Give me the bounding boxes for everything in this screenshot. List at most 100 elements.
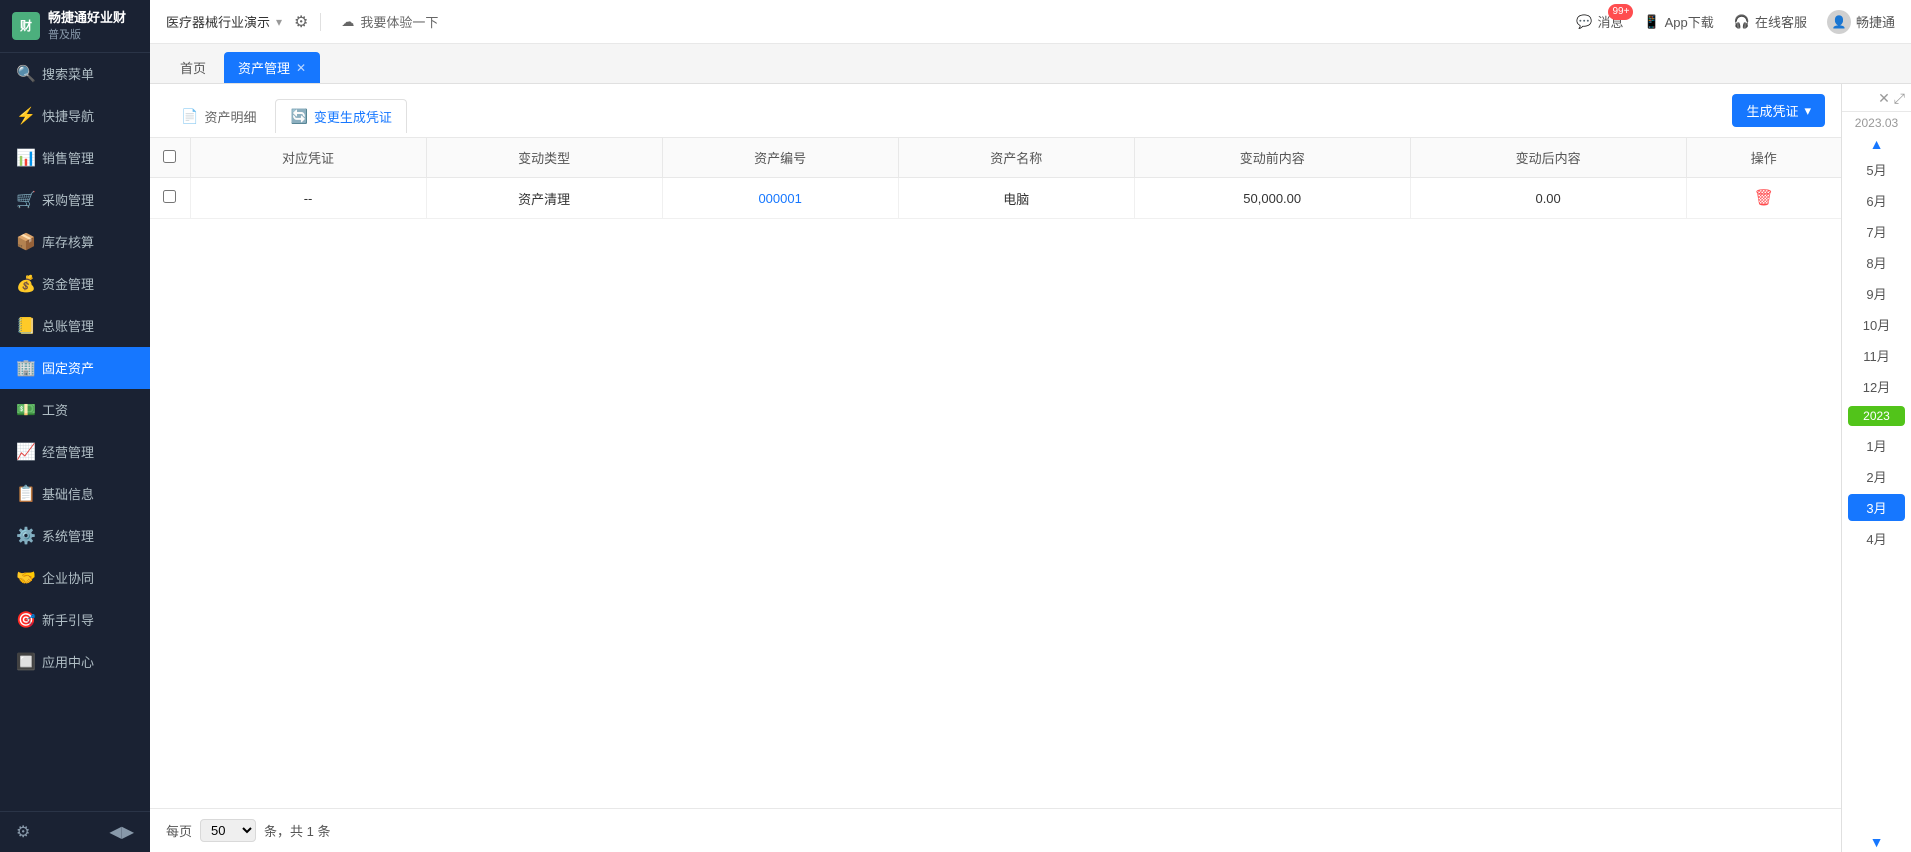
- sidebar-label-sales: 销售管理: [42, 148, 94, 167]
- feedback-icon: ☁: [341, 14, 354, 30]
- sidebar-item-corp[interactable]: 🤝 企业协同: [0, 557, 150, 599]
- date-month-item[interactable]: 12月: [1842, 371, 1911, 402]
- sub-tab-detail-label: 资产明细: [204, 107, 256, 126]
- toolbar-right: 生成凭证 ▾: [1716, 84, 1841, 137]
- year-2023-label: 2023: [1848, 406, 1905, 426]
- close-tab-icon[interactable]: ✕: [296, 61, 306, 75]
- sidebar-label-salary: 工资: [42, 400, 68, 419]
- date-month-item[interactable]: 2月: [1842, 461, 1911, 492]
- headset-icon: 🎧: [1734, 14, 1750, 30]
- sub-tab-detail[interactable]: 📄 资产明细: [166, 99, 271, 133]
- company-selector[interactable]: 医疗器械行业演示 ▾: [166, 12, 282, 31]
- pagination: 每页 50 10 20 100 条，共 1 条: [150, 808, 1841, 852]
- select-all-checkbox[interactable]: [163, 150, 176, 163]
- sidebar-item-search[interactable]: 🔍 搜索菜单: [0, 53, 150, 95]
- date-month-item[interactable]: 8月: [1842, 247, 1911, 278]
- sidebar-item-salary[interactable]: 💵 工资: [0, 389, 150, 431]
- header-after-change: 变动后内容: [1410, 138, 1686, 178]
- date-month-item[interactable]: 10月: [1842, 309, 1911, 340]
- date-list: 5月6月7月8月9月10月11月12月 2023 1月2月3月4月: [1842, 154, 1911, 832]
- date-month-item[interactable]: 4月: [1842, 523, 1911, 554]
- date-month-item[interactable]: 1月: [1842, 430, 1911, 461]
- corp-icon: 🤝: [16, 568, 34, 588]
- date-month-item[interactable]: 7月: [1842, 216, 1911, 247]
- sidebar-item-finance[interactable]: 💰 资金管理: [0, 263, 150, 305]
- sidebar-item-purchase[interactable]: 🛒 采购管理: [0, 179, 150, 221]
- collapse-icon[interactable]: ◀▶: [109, 822, 134, 842]
- row-checkbox-0[interactable]: [163, 190, 176, 203]
- expand-panel-icon[interactable]: ⤢: [1894, 90, 1905, 107]
- customer-service-label: 在线客服: [1755, 12, 1807, 31]
- feedback-button[interactable]: ☁ 我要体验一下: [341, 12, 438, 31]
- app-logo-icon: 财: [12, 12, 40, 40]
- row-checkbox-cell: [150, 178, 190, 219]
- sidebar-item-guide[interactable]: 🎯 新手引导: [0, 599, 150, 641]
- sub-tab-voucher[interactable]: 🔄 变更生成凭证: [275, 99, 406, 133]
- tab-assets[interactable]: 资产管理 ✕: [224, 52, 320, 83]
- app-logo-text-group: 畅捷通好业财 普及版: [48, 10, 126, 42]
- sidebar-bottom: ⚙ ◀▶: [0, 811, 150, 852]
- date-month-item[interactable]: 6月: [1842, 185, 1911, 216]
- purchase-icon: 🛒: [16, 190, 34, 210]
- sidebar-item-apps[interactable]: 🔲 应用中心: [0, 641, 150, 683]
- date-month-item[interactable]: 11月: [1842, 340, 1911, 371]
- sidebar-item-operation[interactable]: 📈 经营管理: [0, 431, 150, 473]
- voucher-icon: 🔄: [290, 108, 307, 125]
- row-change-type: 资产清理: [426, 178, 662, 219]
- sidebar-item-basic[interactable]: 📋 基础信息: [0, 473, 150, 515]
- header-checkbox-cell: [150, 138, 190, 178]
- scroll-up-button[interactable]: ▲: [1868, 134, 1886, 154]
- date-month-item[interactable]: 5月: [1842, 154, 1911, 185]
- topbar-divider: [320, 13, 321, 31]
- header-change-type: 变动类型: [426, 138, 662, 178]
- sidebar-item-fixed[interactable]: 🏢 固定资产: [0, 347, 150, 389]
- sidebar-label-operation: 经营管理: [42, 442, 94, 461]
- topbar: 医疗器械行业演示 ▾ ⚙ ☁ 我要体验一下 💬 消息 99+ 📱 App下载 🎧…: [150, 0, 1911, 44]
- tab-home[interactable]: 首页: [166, 52, 220, 83]
- header-asset-name: 资产名称: [898, 138, 1134, 178]
- user-name: 畅捷通: [1856, 12, 1895, 31]
- sidebar-item-quicknav[interactable]: ⚡ 快捷导航: [0, 95, 150, 137]
- sidebar-label-basic: 基础信息: [42, 484, 94, 503]
- header-operation: 操作: [1686, 138, 1841, 178]
- settings-gear-icon[interactable]: ⚙: [294, 12, 308, 32]
- quicknav-icon: ⚡: [16, 106, 34, 126]
- sidebar: 财 畅捷通好业财 普及版 🔍 搜索菜单 ⚡ 快捷导航 📊 销售管理 🛒 采购管理…: [0, 0, 150, 852]
- per-page-select[interactable]: 50 10 20 100: [200, 819, 256, 842]
- sidebar-item-system[interactable]: ⚙️ 系统管理: [0, 515, 150, 557]
- delete-row-icon[interactable]: 🗑: [1754, 190, 1774, 207]
- settings-icon[interactable]: ⚙: [16, 822, 30, 842]
- sub-tabs: 📄 资产明细 🔄 变更生成凭证: [150, 84, 1716, 137]
- generate-label: 生成凭证: [1746, 101, 1798, 120]
- sidebar-label-ledger: 总账管理: [42, 316, 94, 335]
- main-area: 医疗器械行业演示 ▾ ⚙ ☁ 我要体验一下 💬 消息 99+ 📱 App下载 🎧…: [150, 0, 1911, 852]
- sidebar-item-inventory[interactable]: 📦 库存核算: [0, 221, 150, 263]
- header-before-change: 变动前内容: [1134, 138, 1410, 178]
- sidebar-item-sales[interactable]: 📊 销售管理: [0, 137, 150, 179]
- home-tab-label: 首页: [180, 58, 206, 77]
- per-page-label: 每页: [166, 821, 192, 840]
- generate-voucher-button[interactable]: 生成凭证 ▾: [1732, 94, 1825, 127]
- search-icon: 🔍: [16, 64, 34, 84]
- date-month-item[interactable]: 3月: [1848, 494, 1905, 521]
- customer-service-button[interactable]: 🎧 在线客服: [1734, 12, 1807, 31]
- sidebar-nav: 🔍 搜索菜单 ⚡ 快捷导航 📊 销售管理 🛒 采购管理 📦 库存核算 💰 资金管…: [0, 53, 150, 811]
- panel-year-header: 2023.03: [1849, 112, 1904, 134]
- sidebar-item-ledger[interactable]: 📒 总账管理: [0, 305, 150, 347]
- row-after-change: 0.00: [1410, 178, 1686, 219]
- table-wrapper: 对应凭证 变动类型 资产编号 资产名称 变动前内容 变动后内容 操作: [150, 138, 1841, 808]
- total-label: 条，共 1 条: [264, 821, 330, 840]
- messages-badge: 99+: [1608, 4, 1633, 20]
- messages-button[interactable]: 💬 消息 99+: [1576, 12, 1623, 31]
- date-month-item[interactable]: 9月: [1842, 278, 1911, 309]
- close-panel-icon[interactable]: ✕: [1878, 90, 1890, 107]
- scroll-down-button[interactable]: ▼: [1868, 832, 1886, 852]
- finance-icon: 💰: [16, 274, 34, 294]
- sidebar-label-fixed: 固定资产: [42, 358, 94, 377]
- sidebar-label-finance: 资金管理: [42, 274, 94, 293]
- sidebar-label-apps: 应用中心: [42, 652, 94, 671]
- message-icon: 💬: [1576, 14, 1592, 30]
- app-download-button[interactable]: 📱 App下载: [1643, 12, 1713, 31]
- user-profile[interactable]: 👤 畅捷通: [1827, 10, 1895, 34]
- row-voucher: --: [190, 178, 426, 219]
